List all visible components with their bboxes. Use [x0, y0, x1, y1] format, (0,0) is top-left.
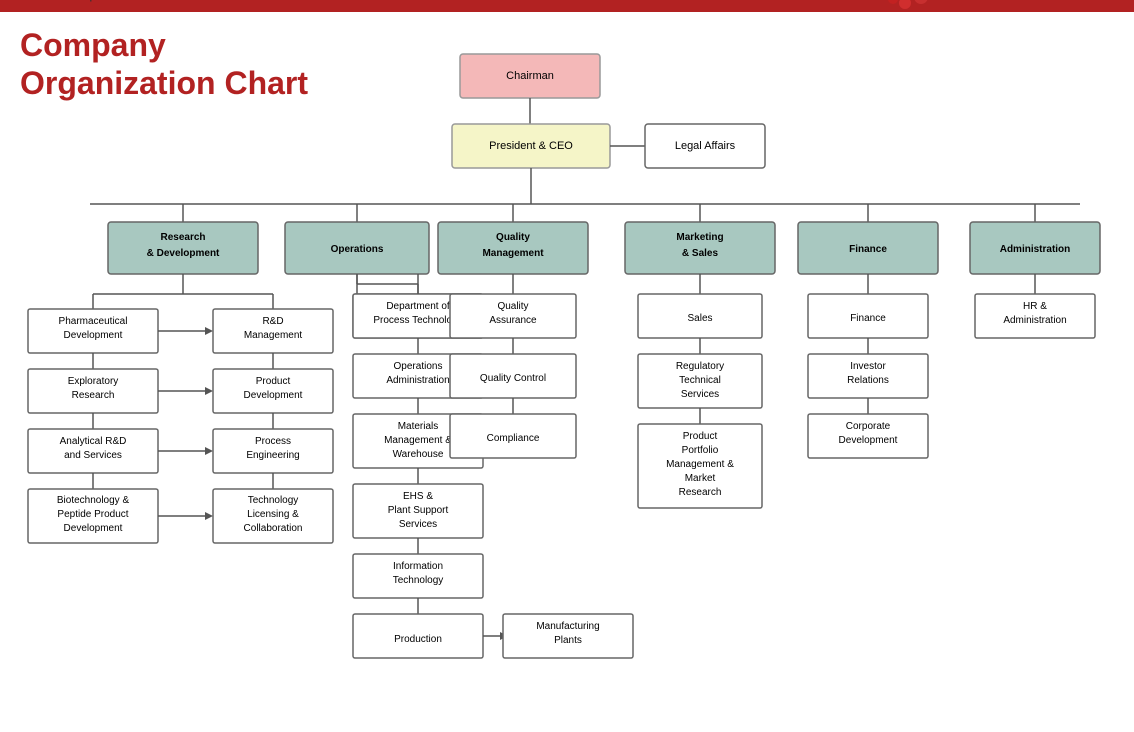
logo-area: ScinoPharm [883, 0, 1074, 12]
logo-icon [883, 0, 938, 12]
svg-text:Sales: Sales [687, 313, 712, 324]
svg-text:Research: Research [679, 487, 722, 498]
svg-text:Development: Development [839, 435, 898, 446]
svg-text:Finance: Finance [850, 313, 886, 324]
svg-text:Analytical R&D: Analytical R&D [60, 436, 127, 447]
svg-text:and Services: and Services [64, 450, 122, 461]
svg-text:EHS &: EHS & [403, 491, 433, 502]
svg-text:Compliance: Compliance [487, 433, 540, 444]
svg-text:Materials: Materials [398, 421, 439, 432]
svg-text:Product: Product [683, 431, 718, 442]
svg-text:Collaboration: Collaboration [244, 523, 303, 534]
svg-text:Engineering: Engineering [246, 450, 299, 461]
svg-text:Services: Services [399, 519, 437, 530]
svg-text:Technology: Technology [248, 495, 299, 506]
svg-text:Development: Development [64, 523, 123, 534]
svg-text:Peptide Product: Peptide Product [57, 509, 128, 520]
svg-text:Portfolio: Portfolio [682, 445, 719, 456]
svg-text:Licensing &: Licensing & [247, 509, 299, 520]
updated-date: Updated: 2012/08/20 [80, 0, 201, 2]
svg-text:Operations: Operations [394, 361, 443, 372]
svg-text:Operations: Operations [331, 244, 384, 255]
svg-text:Administration: Administration [386, 375, 449, 386]
svg-text:HR &: HR & [1023, 301, 1047, 312]
svg-text:Technology: Technology [393, 575, 444, 586]
svg-text:Finance: Finance [849, 244, 887, 255]
svg-text:Market: Market [685, 473, 716, 484]
svg-text:Quality: Quality [497, 301, 528, 312]
svg-text:Management: Management [244, 330, 303, 341]
svg-text:Production: Production [394, 634, 442, 645]
logo-text: ScinoPharm [946, 0, 1074, 3]
svg-text:Services: Services [681, 389, 719, 400]
svg-text:Research: Research [72, 390, 115, 401]
svg-text:Biotechnology &: Biotechnology & [57, 495, 130, 506]
svg-text:Quality Control: Quality Control [480, 373, 546, 384]
svg-text:Investor: Investor [850, 361, 886, 372]
svg-text:Corporate: Corporate [846, 421, 891, 432]
content: Company Organization Chart .box { fill: … [0, 12, 1134, 32]
chairman-label: Chairman [506, 70, 554, 82]
svg-text:Product: Product [256, 376, 291, 387]
svg-text:Administration: Administration [1000, 244, 1071, 255]
svg-text:Process: Process [255, 436, 291, 447]
svg-text:Administration: Administration [1003, 315, 1066, 326]
svg-text:Development: Development [244, 390, 303, 401]
svg-text:R&D: R&D [262, 316, 283, 327]
svg-text:Regulatory: Regulatory [676, 361, 724, 372]
svg-text:Development: Development [64, 330, 123, 341]
svg-text:& Sales: & Sales [682, 248, 719, 259]
svg-text:Manufacturing: Manufacturing [536, 621, 599, 632]
svg-text:Department of: Department of [386, 301, 450, 312]
svg-text:Marketing: Marketing [676, 232, 723, 243]
svg-text:Research: Research [160, 232, 205, 243]
svg-text:Management &: Management & [666, 459, 734, 470]
svg-text:Warehouse: Warehouse [393, 449, 444, 460]
svg-text:Management &: Management & [384, 435, 452, 446]
svg-text:Relations: Relations [847, 375, 889, 386]
svg-text:Information: Information [393, 561, 443, 572]
org-chart: .box { fill: white; stroke: #666; stroke… [0, 24, 1134, 732]
svg-text:Plant Support: Plant Support [388, 505, 449, 516]
svg-text:Technical: Technical [679, 375, 721, 386]
legal-affairs-label: Legal Affairs [675, 140, 736, 152]
svg-text:Management: Management [482, 248, 544, 259]
president-label: President & CEO [489, 140, 573, 152]
svg-text:Assurance: Assurance [489, 315, 537, 326]
svg-text:Quality: Quality [496, 232, 530, 243]
svg-text:& Development: & Development [147, 248, 220, 259]
svg-text:Pharmaceutical: Pharmaceutical [59, 316, 128, 327]
svg-text:Plants: Plants [554, 635, 582, 646]
svg-text:Exploratory: Exploratory [68, 376, 119, 387]
